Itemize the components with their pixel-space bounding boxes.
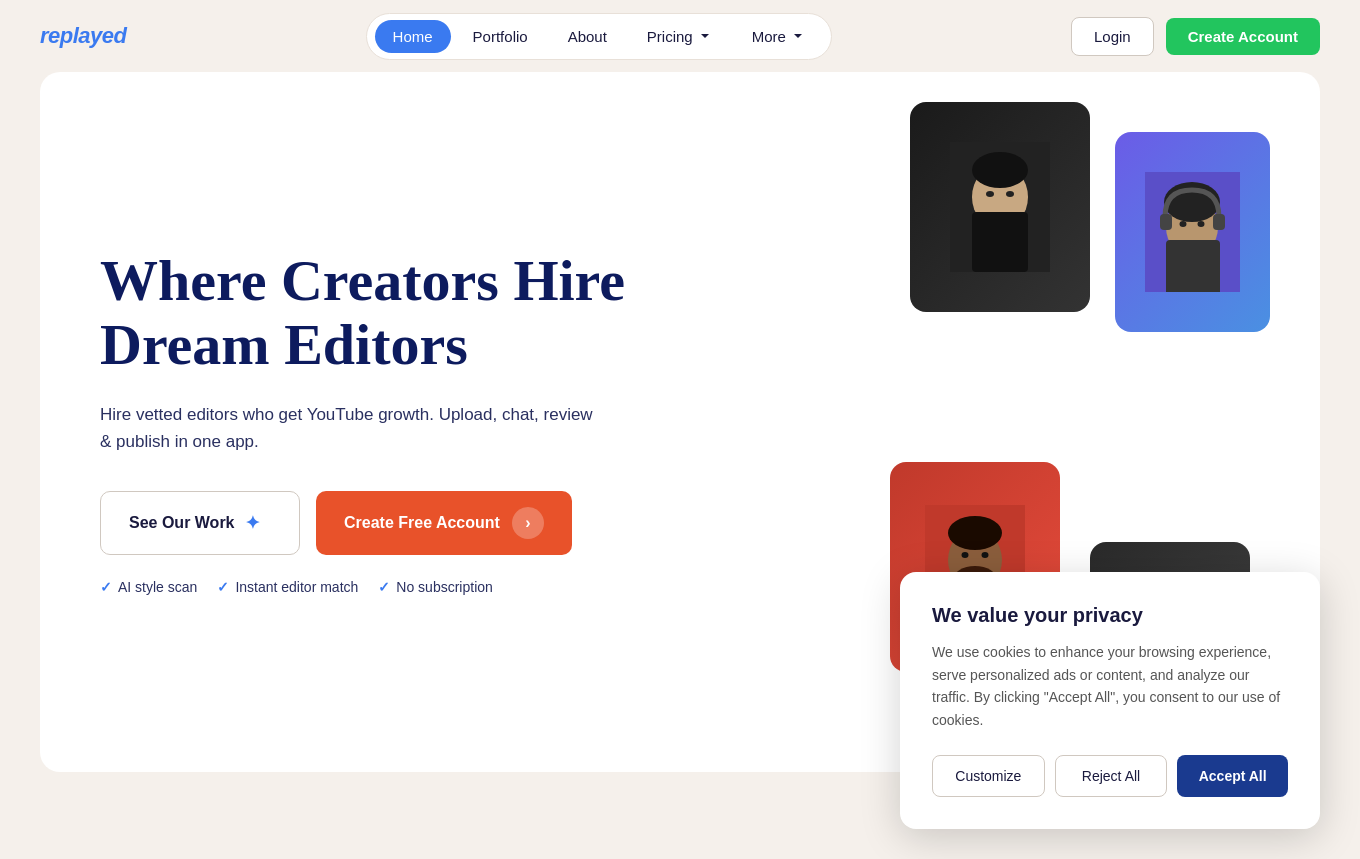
svg-rect-10	[1160, 214, 1172, 230]
hero-buttons: See Our Work ✦ Create Free Account ›	[100, 491, 625, 555]
reject-all-button[interactable]: Reject All	[1055, 755, 1168, 797]
feature-instant-editor-match: ✓ Instant editor match	[217, 579, 358, 595]
create-free-account-button[interactable]: Create Free Account ›	[316, 491, 572, 555]
login-button[interactable]: Login	[1071, 17, 1154, 56]
cookie-title: We value your privacy	[932, 604, 1288, 627]
hero-features: ✓ AI style scan ✓ Instant editor match ✓…	[100, 579, 625, 595]
svg-point-3	[972, 152, 1028, 188]
check-icon-2: ✓	[217, 579, 229, 595]
svg-rect-8	[1166, 240, 1220, 292]
feature-no-subscription: ✓ No subscription	[378, 579, 493, 595]
svg-rect-11	[1213, 214, 1225, 230]
svg-point-13	[1198, 221, 1205, 227]
svg-point-5	[1006, 191, 1014, 197]
chevron-down-icon	[698, 29, 712, 43]
nav-item-home[interactable]: Home	[375, 20, 451, 53]
svg-point-12	[1180, 221, 1187, 227]
svg-point-4	[986, 191, 994, 197]
feature-ai-style-scan: ✓ AI style scan	[100, 579, 197, 595]
svg-point-20	[982, 552, 989, 558]
accept-all-button[interactable]: Accept All	[1177, 755, 1288, 797]
svg-rect-2	[972, 212, 1028, 272]
cookie-banner: We value your privacy We use cookies to …	[900, 572, 1320, 829]
editor-photo-2	[1115, 132, 1270, 332]
nav-links: Home Portfolio About Pricing More	[366, 13, 832, 60]
hero-title: Where Creators Hire Dream Editors	[100, 249, 625, 377]
hero-subtitle: Hire vetted editors who get YouTube grow…	[100, 401, 600, 455]
check-icon-3: ✓	[378, 579, 390, 595]
check-icon: ✓	[100, 579, 112, 595]
cookie-body: We use cookies to enhance your browsing …	[932, 641, 1288, 731]
cookie-buttons: Customize Reject All Accept All	[932, 755, 1288, 797]
customize-button[interactable]: Customize	[932, 755, 1045, 797]
sparkle-icon: ✦	[245, 512, 260, 534]
hero-left: Where Creators Hire Dream Editors Hire v…	[40, 169, 685, 675]
nav-item-more[interactable]: More	[734, 20, 823, 53]
chevron-down-icon-more	[791, 29, 805, 43]
nav-actions: Login Create Account	[1071, 17, 1320, 56]
nav-item-about[interactable]: About	[550, 20, 625, 53]
svg-point-18	[948, 516, 1002, 550]
nav-item-pricing[interactable]: Pricing	[629, 20, 730, 53]
editor-photo-1	[910, 102, 1090, 312]
svg-point-19	[962, 552, 969, 558]
create-account-button[interactable]: Create Account	[1166, 18, 1320, 55]
navbar: replayed Home Portfolio About Pricing Mo…	[0, 0, 1360, 72]
arrow-right-icon: ›	[512, 507, 544, 539]
see-our-work-button[interactable]: See Our Work ✦	[100, 491, 300, 555]
brand-logo[interactable]: replayed	[40, 23, 127, 49]
nav-item-portfolio[interactable]: Portfolio	[455, 20, 546, 53]
